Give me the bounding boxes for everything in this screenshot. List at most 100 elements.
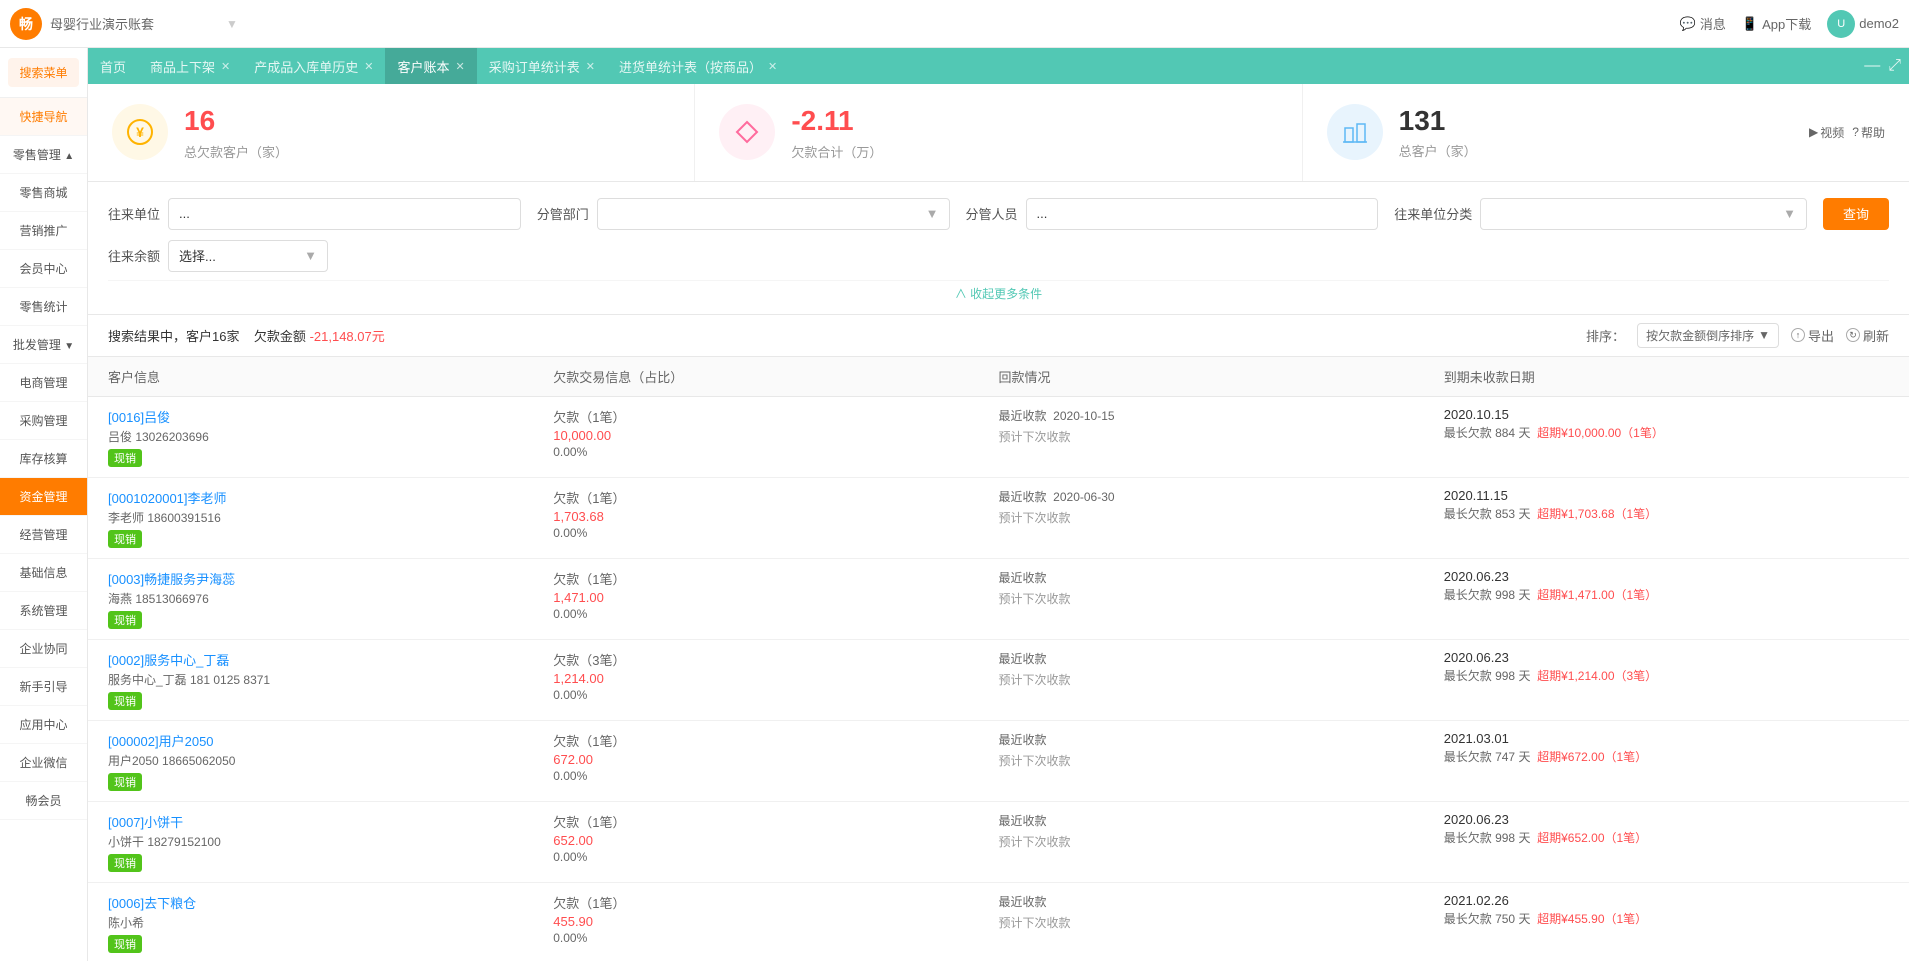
customer-name-link[interactable]: [0016]吕俊 [108, 410, 170, 425]
customer-name-link[interactable]: [0007]小饼干 [108, 815, 183, 830]
cell-overdue-0: 2020.10.15 最长欠款 884 天 超期¥10,000.00（1笔） [1444, 407, 1889, 441]
recent-payment: 最近收款 2020-10-15 [999, 407, 1444, 424]
sidebar-item-purchase[interactable]: 采购管理 [0, 402, 87, 440]
logo-icon: 畅 [10, 8, 42, 40]
next-payment: 预计下次收款 [999, 590, 1444, 607]
overdue-days: 最长欠款 998 天 超期¥1,471.00（1笔） [1444, 586, 1889, 603]
app-download-btn[interactable]: 📱 App下载 [1742, 14, 1811, 33]
customer-tag: 现销 [108, 854, 142, 872]
chevron-down-icon-2: ▼ [1783, 206, 1796, 221]
sidebar-item-guide[interactable]: 新手引导 [0, 668, 87, 706]
cell-payment-0: 最近收款 2020-10-15 预计下次收款 [999, 407, 1444, 445]
filter-select-category[interactable]: ▼ [1480, 198, 1807, 230]
sort-select[interactable]: 按欠款金额倒序排序 ▼ [1637, 323, 1779, 348]
tab-close-purchase-product-stats[interactable]: ✕ [768, 60, 777, 73]
sidebar-item-marketing[interactable]: 营销推广 [0, 212, 87, 250]
tab-close-product-listing[interactable]: ✕ [221, 60, 230, 73]
sidebar-item-member-plus[interactable]: 畅会员 [0, 782, 87, 820]
stat-icon-money: ¥ [112, 104, 168, 160]
filter-item-category: 往来单位分类 ▼ [1394, 198, 1807, 230]
sidebar-item-system[interactable]: 系统管理 [0, 592, 87, 630]
sidebar-item-basic-info[interactable]: 基础信息 [0, 554, 87, 592]
sidebar-nav: 零售管理 ▲ 零售商城 营销推广 会员中心 零售统计 批发管理 ▼ [0, 136, 87, 820]
debt-percent: 0.00% [553, 769, 998, 783]
tab-purchase-product-stats[interactable]: 进货单统计表（按商品） ✕ [607, 48, 789, 84]
tab-close-purchase-stats[interactable]: ✕ [586, 60, 595, 73]
table-row: [0002]服务中心_丁磊 服务中心_丁磊 181 0125 8371 现销 欠… [88, 640, 1909, 721]
sidebar-item-member[interactable]: 会员中心 [0, 250, 87, 288]
filter-input-person[interactable]: ... [1026, 198, 1379, 230]
help-btn[interactable]: ? 帮助 [1852, 124, 1885, 141]
customer-tag: 现销 [108, 935, 142, 953]
cell-overdue-1: 2020.11.15 最长欠款 853 天 超期¥1,703.68（1笔） [1444, 488, 1889, 522]
sidebar-item-retail-stats[interactable]: 零售统计 [0, 288, 87, 326]
sidebar-item-wechat[interactable]: 企业微信 [0, 744, 87, 782]
dropdown-arrow[interactable]: ▼ [226, 17, 238, 31]
tab-product-listing[interactable]: 商品上下架 ✕ [138, 48, 242, 84]
tab-close-inventory-history[interactable]: ✕ [364, 60, 373, 73]
stat-number-total: 131 [1399, 105, 1793, 137]
tab-close-customer-ledger[interactable]: ✕ [456, 60, 465, 73]
debt-amount: 672.00 [553, 752, 998, 767]
debt-amount: 1,703.68 [553, 509, 998, 524]
search-button[interactable]: 查询 [1823, 198, 1889, 230]
stat-label-customers: 总欠款客户（家） [184, 142, 670, 161]
customer-tag: 现销 [108, 611, 142, 629]
filter-input-unit[interactable]: ... [168, 198, 521, 230]
app-icon: 📱 [1742, 16, 1758, 32]
debt-percent: 0.00% [553, 607, 998, 621]
stat-card-total-debt: -2.11 欠款合计（万） [695, 84, 1302, 181]
customer-name-link[interactable]: [0003]畅捷服务尹海蕊 [108, 572, 235, 587]
filter-select-balance[interactable]: 选择... ▼ [168, 240, 328, 272]
stat-label-total: 总客户（家） [1399, 141, 1793, 160]
filter-select-dept[interactable]: ▼ [597, 198, 950, 230]
tab-purchase-stats[interactable]: 采购订单统计表 ✕ [477, 48, 607, 84]
collapse-btn: ∧ 收起更多条件 [955, 287, 1042, 301]
export-btn[interactable]: ↑ 导出 [1791, 326, 1834, 345]
sidebar-item-retail-mgmt[interactable]: 零售管理 ▲ [0, 136, 87, 174]
cell-customer-0: [0016]吕俊 吕俊 13026203696 现销 [108, 407, 553, 467]
sidebar-item-inventory[interactable]: 库存核算 [0, 440, 87, 478]
tab-minimize-btn[interactable]: — [1864, 57, 1880, 75]
collapse-row[interactable]: ∧ 收起更多条件 [108, 280, 1889, 306]
sidebar-item-retail-mall[interactable]: 零售商城 [0, 174, 87, 212]
filter-item-dept: 分管部门 ▼ [537, 198, 950, 230]
debt-amount: 10,000.00 [553, 428, 998, 443]
debt-count: 欠款（3笔） [553, 650, 998, 669]
sidebar-item-apps[interactable]: 应用中心 [0, 706, 87, 744]
cell-customer-1: [0001020001]李老师 李老师 18600391516 现销 [108, 488, 553, 548]
table-row: [0003]畅捷服务尹海蕊 海燕 18513066976 现销 欠款（1笔） 1… [88, 559, 1909, 640]
stat-icon-building [1327, 104, 1383, 160]
customer-name-link[interactable]: [0006]去下粮仓 [108, 896, 196, 911]
cell-debt-3: 欠款（3笔） 1,214.00 0.00% [553, 650, 998, 702]
debt-count: 欠款（1笔） [553, 893, 998, 912]
message-btn[interactable]: 💬 消息 [1680, 14, 1726, 33]
stat-icon-diamond [719, 104, 775, 160]
tab-customer-ledger[interactable]: 客户账本 ✕ [385, 48, 476, 84]
debt-count: 欠款（1笔） [553, 812, 998, 831]
sidebar-item-enterprise[interactable]: 企业协同 [0, 630, 87, 668]
stats-row: ¥ 16 总欠款客户（家） -2.11 欠款合计（万） [88, 84, 1909, 182]
user-area[interactable]: U demo2 [1827, 10, 1899, 38]
cell-debt-5: 欠款（1笔） 652.00 0.00% [553, 812, 998, 864]
tab-inventory-history[interactable]: 产成品入库单历史 ✕ [242, 48, 385, 84]
customer-tag: 现销 [108, 530, 142, 548]
video-btn[interactable]: ▶ 视频 [1809, 124, 1844, 141]
sidebar-item-operations[interactable]: 经营管理 [0, 516, 87, 554]
svg-text:¥: ¥ [136, 124, 144, 140]
search-menu-btn[interactable]: 搜索菜单 [8, 58, 79, 87]
customer-name-link[interactable]: [0001020001]李老师 [108, 491, 227, 506]
sidebar-item-finance[interactable]: 资金管理 [0, 478, 87, 516]
customer-name-link[interactable]: [0002]服务中心_丁磊 [108, 653, 229, 668]
sidebar-item-wholesale-mgmt[interactable]: 批发管理 ▼ [0, 326, 87, 364]
customer-name-link[interactable]: [000002]用户2050 [108, 734, 214, 749]
tab-maximize-btn[interactable]: ⤢ [1888, 57, 1901, 75]
debt-amount: 1,471.00 [553, 590, 998, 605]
col-header-overdue: 到期未收款日期 [1444, 367, 1889, 386]
stat-right-btns: ▶ 视频 ? 帮助 [1809, 124, 1885, 141]
refresh-btn[interactable]: ↻ 刷新 [1846, 326, 1889, 345]
filter-item-balance: 往来余额 选择... ▼ [108, 240, 1889, 272]
overdue-days: 最长欠款 998 天 超期¥1,214.00（3笔） [1444, 667, 1889, 684]
sidebar-item-ecommerce[interactable]: 电商管理 [0, 364, 87, 402]
tab-home[interactable]: 首页 [88, 48, 138, 84]
